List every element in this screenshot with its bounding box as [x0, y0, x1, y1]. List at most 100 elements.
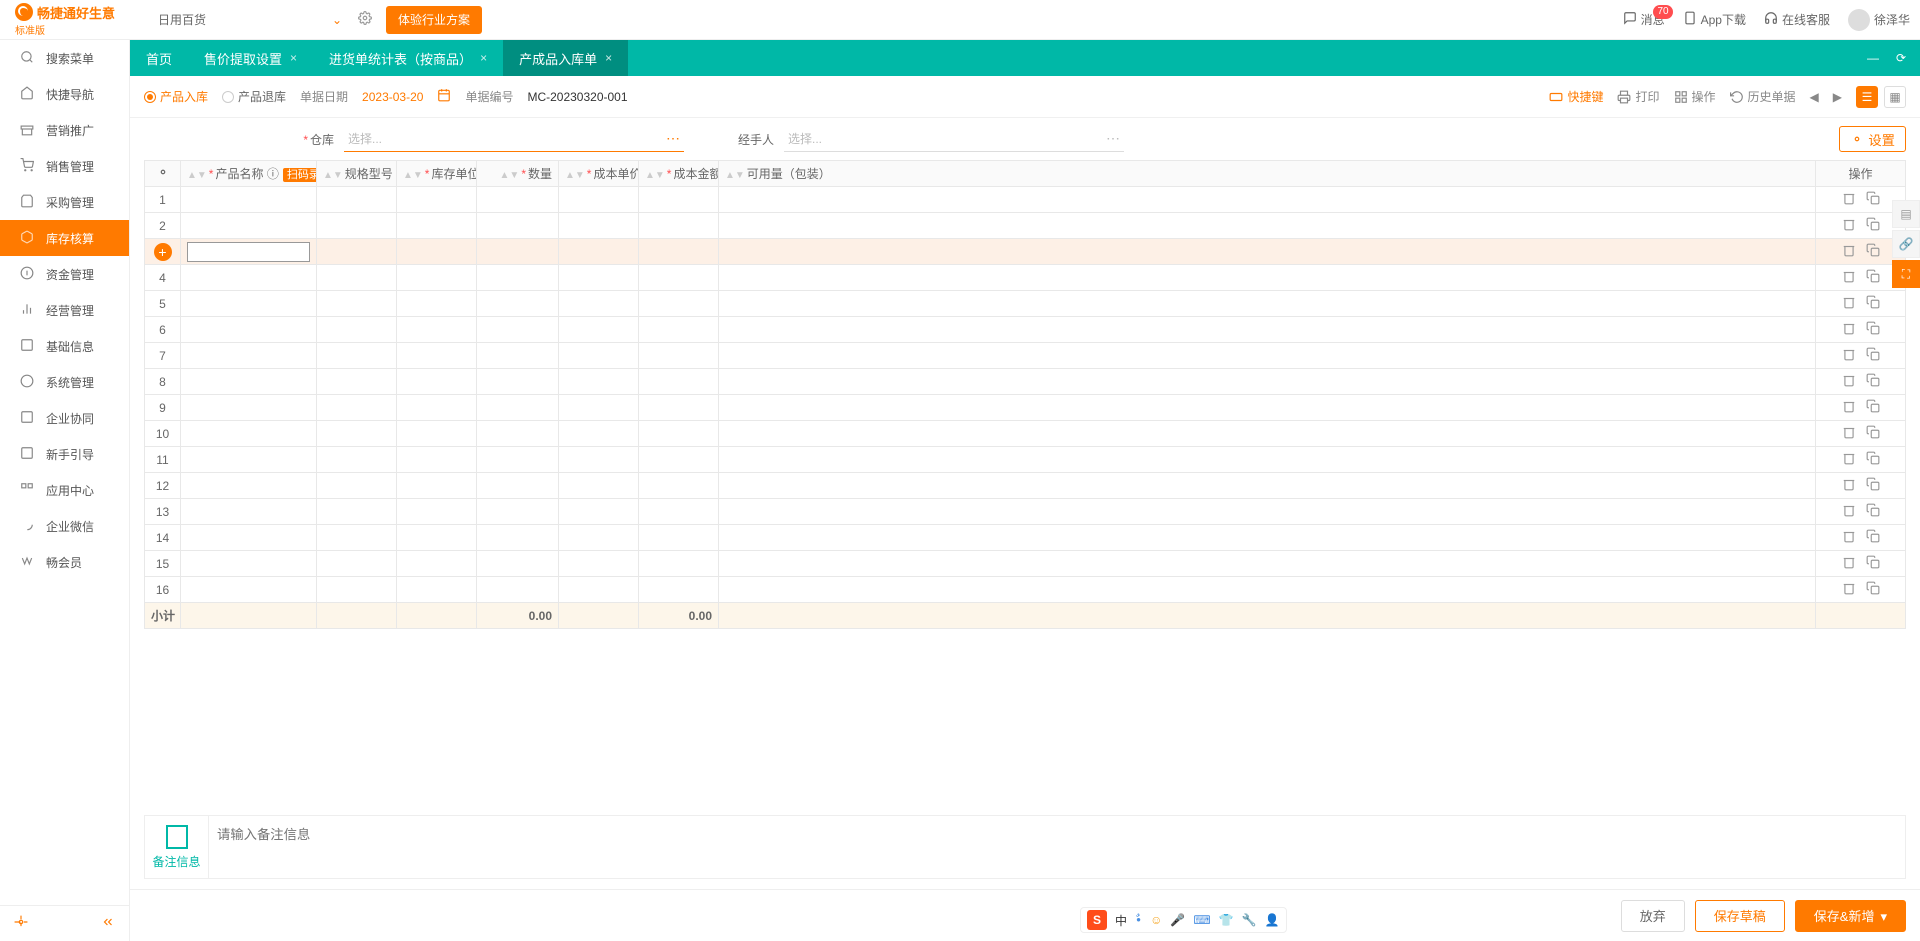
delete-icon[interactable]	[1842, 555, 1856, 572]
category-select[interactable]: 日用百货 ⌄	[150, 6, 350, 34]
col-product-name[interactable]: ▲▼*产品名称 ⓘ扫码录入	[181, 161, 317, 187]
cell-amount[interactable]	[639, 499, 719, 525]
col-unit[interactable]: ▲▼*库存单位	[397, 161, 477, 187]
close-icon[interactable]: ×	[290, 51, 297, 65]
copy-icon[interactable]	[1866, 503, 1880, 520]
view-grid-icon[interactable]: ▦	[1884, 86, 1906, 108]
cell-price[interactable]	[559, 343, 639, 369]
table-row[interactable]: 12	[145, 473, 1906, 499]
cell-qty[interactable]	[477, 447, 559, 473]
cell-amount[interactable]	[639, 291, 719, 317]
cell-spec[interactable]	[317, 187, 397, 213]
sidebar-item-nav[interactable]: 快捷导航	[0, 76, 129, 112]
cell-unit[interactable]	[397, 213, 477, 239]
cell-qty[interactable]	[477, 343, 559, 369]
cell-spec[interactable]	[317, 421, 397, 447]
cell-name[interactable]	[181, 395, 317, 421]
table-row[interactable]: 5	[145, 291, 1906, 317]
copy-icon[interactable]	[1866, 581, 1880, 598]
cell-avail[interactable]	[719, 239, 1816, 265]
view-list-icon[interactable]: ☰	[1856, 86, 1878, 108]
col-amount[interactable]: ▲▼*成本金额	[639, 161, 719, 187]
cell-unit[interactable]	[397, 577, 477, 603]
cell-avail[interactable]	[719, 577, 1816, 603]
delete-icon[interactable]	[1842, 451, 1856, 468]
copy-icon[interactable]	[1866, 451, 1880, 468]
copy-icon[interactable]	[1866, 555, 1880, 572]
cell-spec[interactable]	[317, 551, 397, 577]
cell-spec[interactable]	[317, 213, 397, 239]
gear-icon[interactable]	[14, 915, 28, 932]
cell-unit[interactable]	[397, 239, 477, 265]
tool-link-icon[interactable]: 🔗	[1892, 230, 1920, 258]
cell-price[interactable]	[559, 447, 639, 473]
cell-amount[interactable]	[639, 369, 719, 395]
sidebar-item-apps[interactable]: 应用中心	[0, 472, 129, 508]
cell-spec[interactable]	[317, 343, 397, 369]
cell-spec[interactable]	[317, 473, 397, 499]
sidebar-item-money[interactable]: 资金管理	[0, 256, 129, 292]
ime-keyboard-icon[interactable]: ⌨	[1193, 913, 1210, 927]
cell-avail[interactable]	[719, 473, 1816, 499]
cell-name[interactable]	[181, 187, 317, 213]
cell-unit[interactable]	[397, 317, 477, 343]
ime-user-icon[interactable]: 👤	[1265, 913, 1280, 927]
cell-name[interactable]	[181, 421, 317, 447]
tool-expand-icon[interactable]: ⛶	[1892, 260, 1920, 288]
print-link[interactable]: 打印	[1617, 88, 1659, 105]
delete-icon[interactable]	[1842, 503, 1856, 520]
cell-name[interactable]	[181, 577, 317, 603]
cell-unit[interactable]	[397, 525, 477, 551]
radio-product-out[interactable]: 产品退库	[222, 88, 286, 105]
add-row-icon[interactable]: +	[154, 243, 172, 261]
delete-icon[interactable]	[1842, 529, 1856, 546]
cell-amount[interactable]	[639, 421, 719, 447]
cell-avail[interactable]	[719, 265, 1816, 291]
tab-minimize[interactable]: —	[1860, 45, 1886, 71]
tab[interactable]: 首页	[130, 40, 188, 76]
user-menu[interactable]: 徐泽华	[1848, 9, 1910, 31]
table-row[interactable]: 15	[145, 551, 1906, 577]
col-gear[interactable]	[145, 161, 181, 187]
cell-spec[interactable]	[317, 291, 397, 317]
cell-unit[interactable]	[397, 473, 477, 499]
cell-price[interactable]	[559, 525, 639, 551]
cell-amount[interactable]	[639, 343, 719, 369]
sidebar-item-cart[interactable]: 销售管理	[0, 148, 129, 184]
delete-icon[interactable]	[1842, 425, 1856, 442]
cell-avail[interactable]	[719, 369, 1816, 395]
cell-name[interactable]	[181, 291, 317, 317]
cell-name[interactable]	[181, 447, 317, 473]
operate-link[interactable]: 操作	[1674, 88, 1716, 105]
delete-icon[interactable]	[1842, 347, 1856, 364]
sidebar-item-box[interactable]: 库存核算	[0, 220, 129, 256]
warehouse-select[interactable]: 选择... ⋯	[344, 126, 684, 152]
cell-spec[interactable]	[317, 265, 397, 291]
cell-avail[interactable]	[719, 551, 1816, 577]
date-value[interactable]: 2023-03-20	[362, 90, 423, 104]
cell-avail[interactable]	[719, 421, 1816, 447]
copy-icon[interactable]	[1866, 191, 1880, 208]
cell-avail[interactable]	[719, 395, 1816, 421]
cell-unit[interactable]	[397, 265, 477, 291]
cell-unit[interactable]	[397, 291, 477, 317]
tool-note-icon[interactable]: ▤	[1892, 200, 1920, 228]
sidebar-item-gift[interactable]: 营销推广	[0, 112, 129, 148]
cell-price[interactable]	[559, 317, 639, 343]
cell-amount[interactable]	[639, 395, 719, 421]
ime-lang[interactable]: 中	[1115, 912, 1127, 929]
cell-unit[interactable]	[397, 187, 477, 213]
cell-price[interactable]	[559, 187, 639, 213]
cell-avail[interactable]	[719, 317, 1816, 343]
table-row[interactable]: 2	[145, 213, 1906, 239]
sidebar-item-chart[interactable]: 经营管理	[0, 292, 129, 328]
cell-unit[interactable]	[397, 343, 477, 369]
copy-icon[interactable]	[1866, 477, 1880, 494]
table-row[interactable]: 1	[145, 187, 1906, 213]
cell-qty[interactable]	[477, 291, 559, 317]
cell-price[interactable]	[559, 369, 639, 395]
cell-unit[interactable]	[397, 447, 477, 473]
delete-icon[interactable]	[1842, 217, 1856, 234]
cell-qty[interactable]	[477, 499, 559, 525]
cell-qty[interactable]	[477, 525, 559, 551]
